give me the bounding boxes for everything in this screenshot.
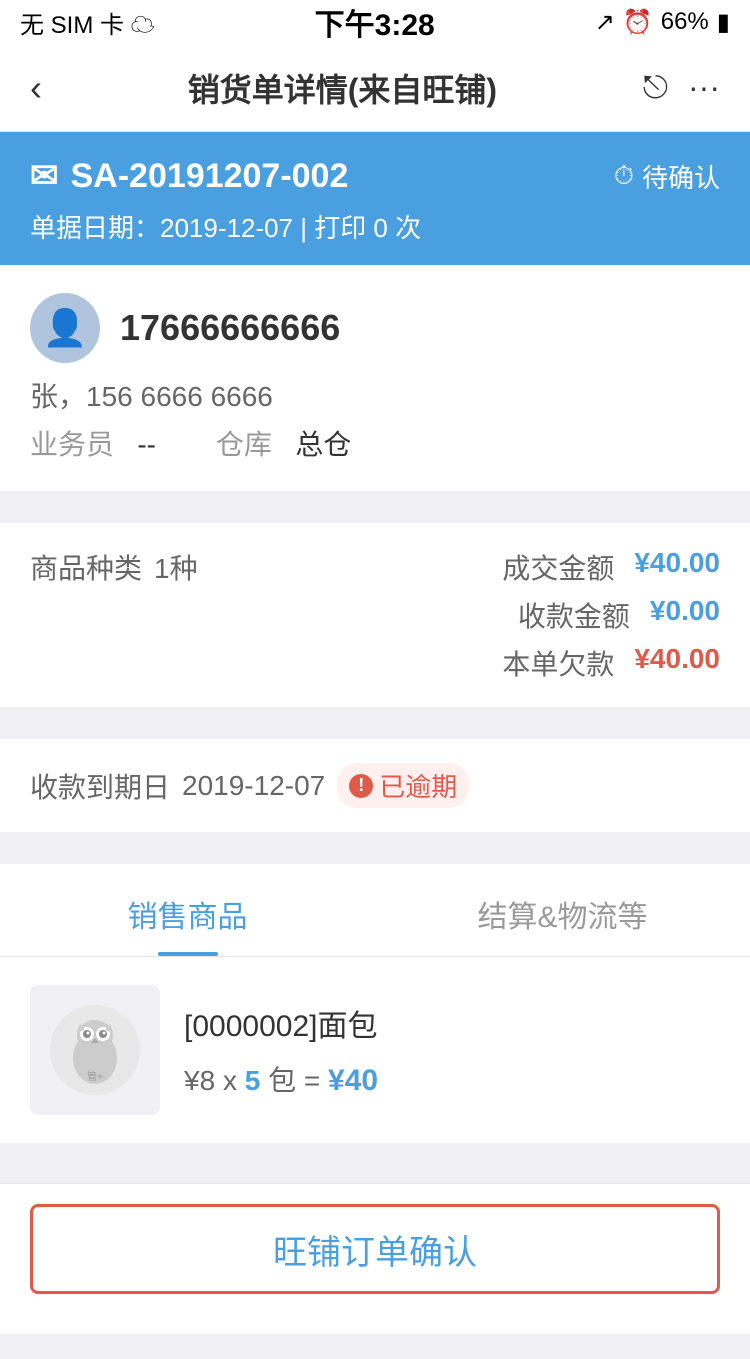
received-amount-row: 收款金额 ¥0.00: [518, 595, 720, 635]
price-separator: x: [223, 1065, 245, 1096]
due-date-card: 收款到期日 2019-12-07 ! 已逾期: [0, 739, 750, 832]
due-date-label: 收款到期日: [30, 766, 170, 806]
order-header: ✉ SA-20191207-002 ⏱ 待确认 单据日期：2019-12-07 …: [0, 132, 750, 265]
warehouse-value: 总仓: [295, 429, 351, 460]
customer-name: 17666666666: [120, 307, 340, 349]
overdue-icon: !: [349, 774, 373, 798]
unit-price: ¥8: [184, 1065, 215, 1096]
customer-contact: 张，156 6666 6666: [30, 375, 720, 415]
sim-status: 无 SIM 卡 ☁: [20, 5, 155, 40]
status-bar-left: 无 SIM 卡 ☁: [20, 5, 155, 40]
sales-value: --: [137, 429, 156, 460]
tab-sales-label: 销售商品: [128, 901, 248, 934]
svg-text:管+: 管+: [87, 1070, 103, 1083]
product-types-label: 商品种类: [30, 547, 142, 587]
warehouse-label: 仓库: [216, 429, 272, 460]
customer-card: 👤 17666666666 张，156 6666 6666 业务员 -- 仓库 …: [0, 265, 750, 491]
separator-3: [0, 848, 750, 864]
status-bar: 无 SIM 卡 ☁ 下午3:28 ↗ ⏰ 66% ▮: [0, 0, 750, 44]
product-details: [0000002]面包 ¥8 x 5 包 = ¥40: [184, 1001, 720, 1099]
order-status: ⏱ 待确认: [614, 158, 720, 195]
deal-amount-label: 成交金额: [502, 547, 614, 587]
status-bar-right: ↗ ⏰ 66% ▮: [595, 8, 730, 37]
status-bar-time: 下午3:28: [315, 0, 435, 44]
tab-settlement-label: 结算&物流等: [477, 901, 647, 934]
more-button[interactable]: ···: [688, 69, 720, 106]
overdue-amount-label: 本单欠款: [502, 643, 614, 683]
product-price: ¥8 x 5 包 = ¥40: [184, 1059, 720, 1099]
status-clock-icon: ⏱: [614, 160, 634, 192]
order-id: ✉ SA-20191207-002: [30, 156, 348, 196]
battery-icon: ▮: [717, 8, 730, 37]
overdue-text: 已逾期: [379, 767, 457, 804]
product-types-value: 1种: [154, 547, 198, 587]
confirm-label: 旺铺订单确认: [273, 1225, 477, 1274]
received-amount-label: 收款金额: [518, 595, 630, 635]
confirm-order-button[interactable]: 旺铺订单确认: [30, 1204, 720, 1294]
tab-sales-products[interactable]: 销售商品: [0, 864, 375, 956]
separator-2: [0, 723, 750, 739]
order-icon: ✉: [30, 156, 59, 196]
avatar: 👤: [30, 293, 100, 363]
product-types: 商品种类 1种: [30, 547, 198, 587]
quantity: 5: [245, 1065, 261, 1096]
tab-settlement[interactable]: 结算&物流等: [375, 864, 750, 956]
location-icon: ↗: [595, 8, 615, 37]
due-date-value: 2019-12-07: [182, 770, 325, 802]
sales-label: 业务员: [30, 429, 114, 460]
back-button[interactable]: ‹: [30, 67, 42, 109]
footer: 旺铺订单确认: [0, 1183, 750, 1334]
alarm-icon: ⏰: [623, 8, 653, 37]
status-text: 待确认: [642, 158, 720, 195]
order-date: 单据日期：2019-12-07 | 打印 0 次: [30, 208, 720, 245]
unit: 包: [268, 1065, 296, 1096]
product-name: [0000002]面包: [184, 1001, 720, 1045]
nav-bar: ‹ 销货单详情(来自旺铺) ⎋ ···: [0, 44, 750, 132]
overdue-amount-row: 本单欠款 ¥40.00: [502, 643, 720, 683]
amounts-right: 成交金额 ¥40.00 收款金额 ¥0.00 本单欠款 ¥40.00: [502, 547, 720, 683]
total-price: ¥40: [328, 1064, 378, 1097]
equals-sign: =: [304, 1065, 328, 1096]
product-image: 管+: [30, 985, 160, 1115]
share-button[interactable]: ⎋: [643, 69, 668, 107]
sales-info: 业务员 --: [30, 423, 156, 463]
received-amount-value: ¥0.00: [650, 595, 720, 635]
overdue-badge: ! 已逾期: [337, 763, 469, 808]
product-item: 管+ [0000002]面包 ¥8 x 5 包 = ¥40: [0, 957, 750, 1143]
warehouse-info: 仓库 总仓: [216, 423, 351, 463]
page-title: 销货单详情(来自旺铺): [188, 65, 497, 111]
deal-amount-row: 成交金额 ¥40.00: [502, 547, 720, 587]
order-id-value: SA-20191207-002: [71, 157, 349, 196]
product-logo: 管+: [45, 1000, 145, 1100]
amounts-card: 商品种类 1种 成交金额 ¥40.00 收款金额 ¥0.00 本单欠款 ¥40.…: [0, 523, 750, 707]
customer-meta: 业务员 -- 仓库 总仓: [30, 423, 720, 463]
tabs-container: 销售商品 结算&物流等: [0, 864, 750, 957]
avatar-icon: 👤: [43, 307, 88, 349]
nav-actions: ⎋ ···: [643, 69, 720, 107]
battery-status: 66%: [661, 8, 709, 36]
separator-1: [0, 507, 750, 523]
deal-amount-value: ¥40.00: [634, 547, 720, 587]
product-list: 管+ [0000002]面包 ¥8 x 5 包 = ¥40: [0, 957, 750, 1143]
overdue-amount-value: ¥40.00: [634, 643, 720, 683]
